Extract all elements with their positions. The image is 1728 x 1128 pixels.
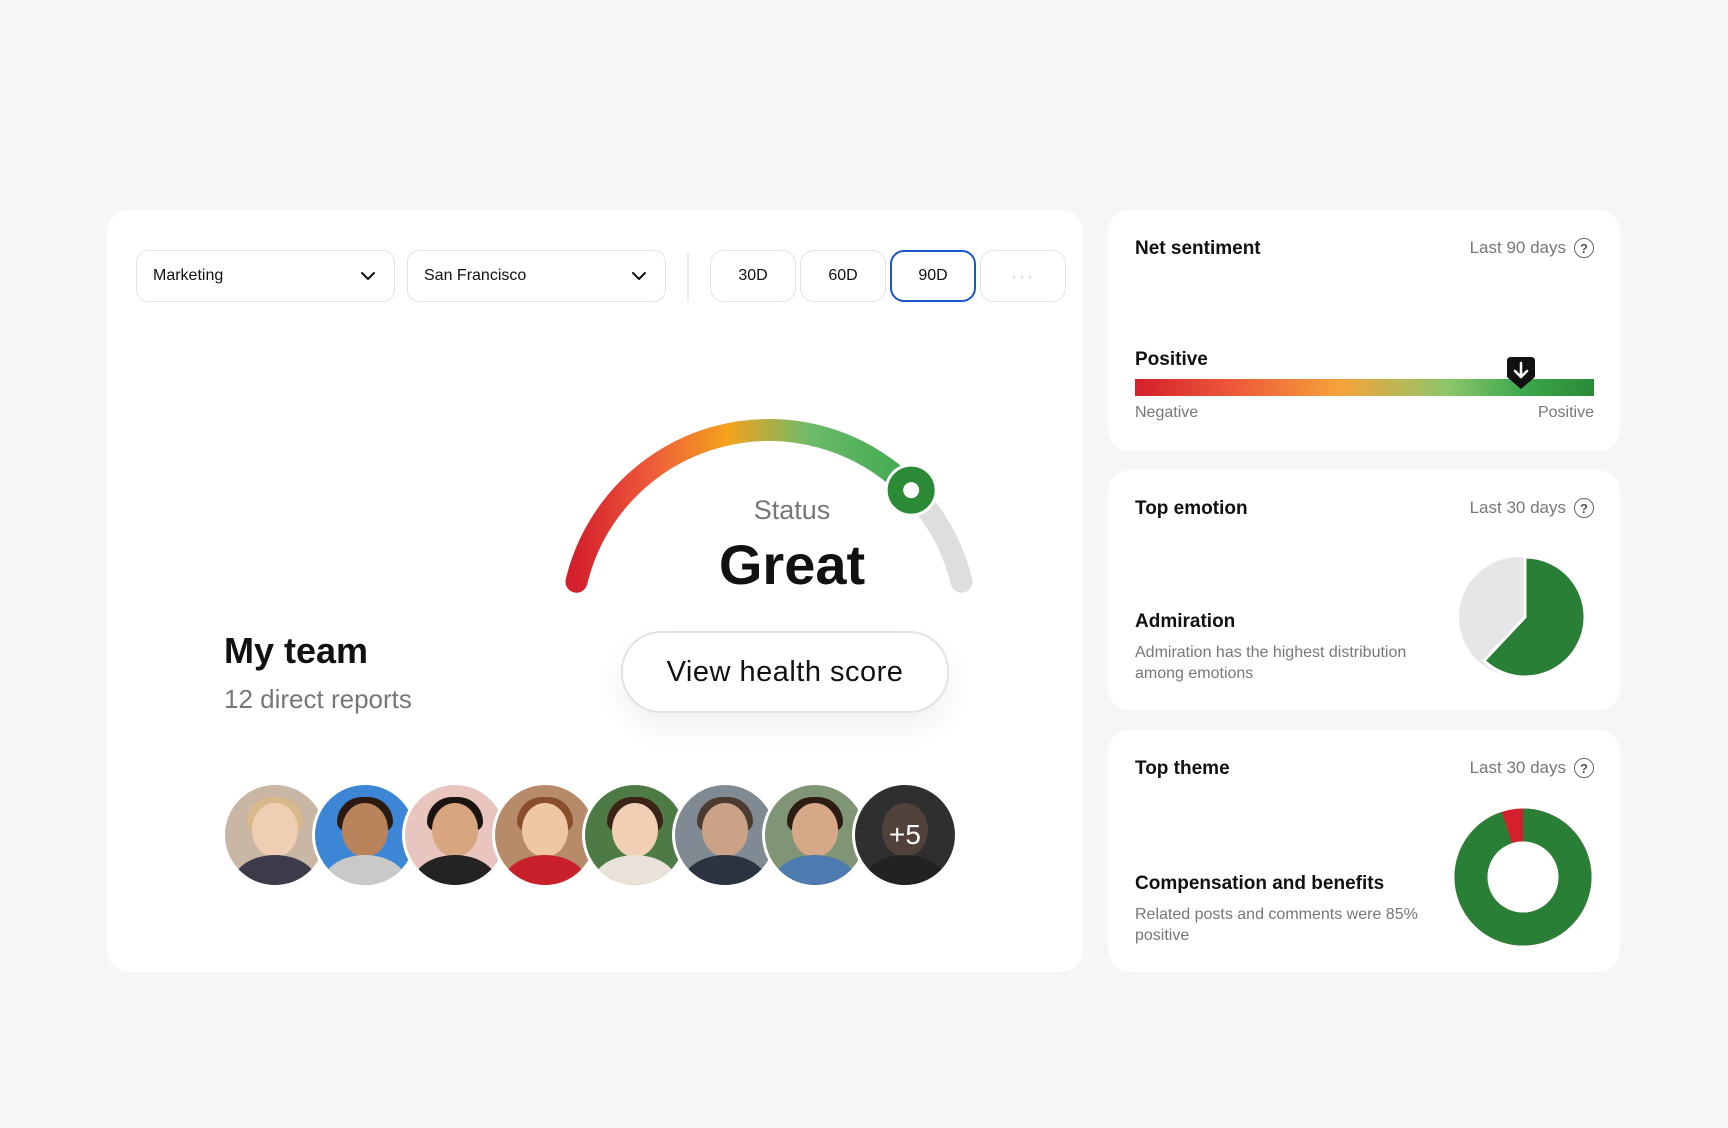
help-icon[interactable]: ? (1574, 498, 1594, 518)
sentiment-value: Positive (1135, 349, 1208, 370)
location-value: San Francisco (424, 267, 527, 284)
period-label: Last 30 days (1469, 758, 1566, 777)
more-ranges-button[interactable]: ··· (980, 250, 1066, 302)
net-sentiment-title: Net sentiment (1135, 238, 1261, 259)
sentiment-marker-icon (1506, 357, 1535, 389)
theme-donut-chart (1454, 808, 1592, 946)
emotion-description: Admiration has the highest distribution … (1135, 644, 1407, 682)
top-theme-period: Last 30 days ? (1470, 758, 1594, 778)
department-value: Marketing (153, 267, 224, 284)
scale-max-label: Positive (1537, 404, 1594, 421)
emotion-pie-chart (1459, 555, 1587, 679)
net-sentiment-card: Net sentiment Last 90 days ? Positive Ne… (1108, 210, 1620, 451)
location-dropdown[interactable]: San Francisco (407, 250, 666, 302)
filter-divider (687, 252, 689, 302)
range-90d-button[interactable]: 90D (890, 250, 976, 302)
status-value: Great (718, 533, 866, 596)
period-label: Last 90 days (1469, 238, 1566, 257)
more-count: +5 (889, 819, 921, 850)
status-label: Status (753, 495, 831, 525)
emotion-name: Admiration (1135, 611, 1236, 632)
team-subtitle: 12 direct reports (224, 684, 412, 714)
period-label: Last 30 days (1469, 498, 1566, 517)
scale-min-label: Negative (1135, 404, 1199, 421)
chevron-down-icon (632, 272, 646, 280)
top-theme-card: Top theme Last 30 days ? Compensation an… (1108, 730, 1620, 972)
chevron-down-icon (361, 272, 375, 280)
top-emotion-title: Top emotion (1135, 498, 1248, 519)
range-60d-button[interactable]: 60D (800, 250, 886, 302)
avatar-more[interactable]: +5 (852, 782, 958, 888)
help-icon[interactable]: ? (1574, 238, 1594, 258)
view-health-score-button[interactable]: View health score (621, 631, 949, 713)
theme-description: Related posts and comments were 85% posi… (1135, 906, 1418, 944)
net-sentiment-period: Last 90 days ? (1470, 238, 1594, 258)
department-dropdown[interactable]: Marketing (136, 250, 395, 302)
top-emotion-card: Top emotion Last 30 days ? Admiration Ad… (1108, 470, 1620, 710)
help-icon[interactable]: ? (1574, 758, 1594, 778)
top-theme-title: Top theme (1135, 758, 1230, 779)
top-emotion-period: Last 30 days ? (1470, 498, 1594, 518)
team-title: My team (224, 630, 369, 671)
theme-name: Compensation and benefits (1135, 873, 1385, 894)
team-health-card: Marketing San Francisco 30D 60D 90D ··· … (107, 210, 1083, 972)
range-30d-button[interactable]: 30D (710, 250, 796, 302)
